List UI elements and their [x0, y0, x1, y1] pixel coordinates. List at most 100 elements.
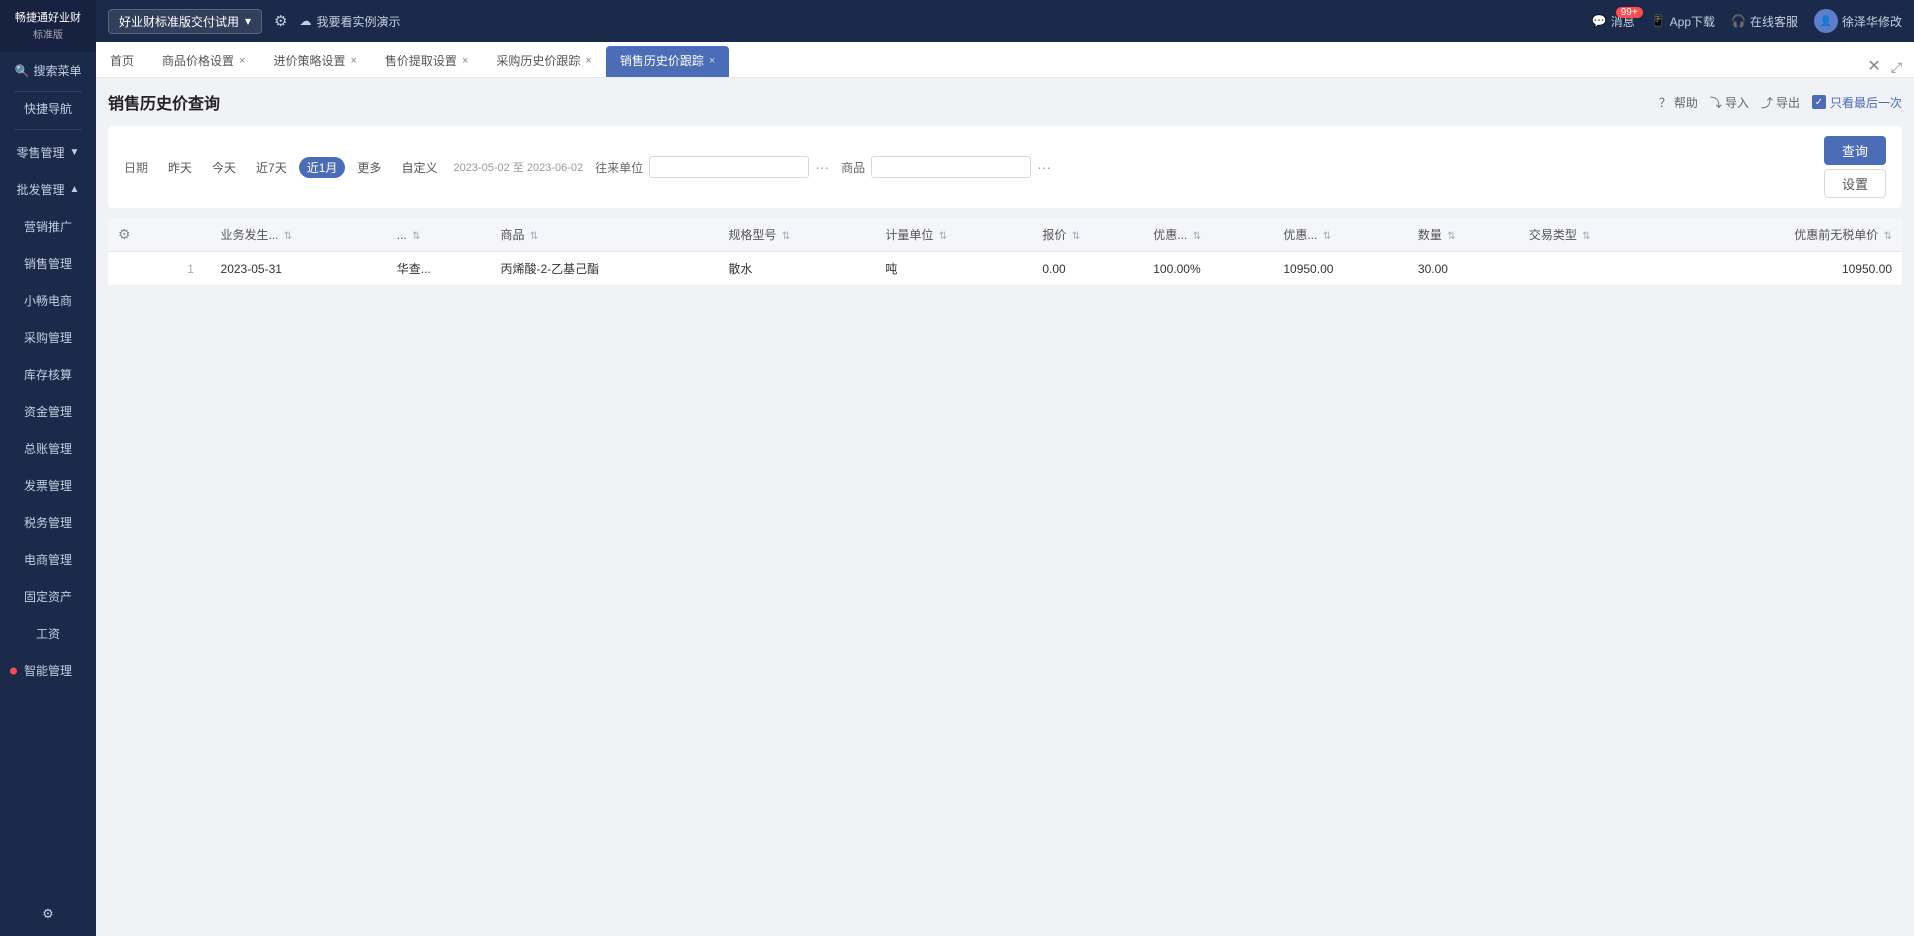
- col-product[interactable]: 商品 ⇅: [490, 218, 718, 252]
- tab-close-purchase-history[interactable]: ×: [585, 55, 591, 67]
- selector-label: 好业财标准版交付试用: [119, 13, 239, 30]
- search-icon: 🔍: [15, 64, 30, 78]
- main-area: 好业财标准版交付试用 ▾ ⚙ ☁ 我要看实例演示 💬 消息 99+ 📱 App下…: [96, 0, 1914, 936]
- date-btn-more[interactable]: 更多: [349, 157, 389, 178]
- sidebar-item-ecom[interactable]: 电商管理: [0, 541, 96, 578]
- demo-link[interactable]: ☁ 我要看实例演示: [300, 13, 401, 30]
- col-gear[interactable]: ⚙: [108, 218, 171, 252]
- product-selector[interactable]: 好业财标准版交付试用 ▾: [108, 9, 262, 34]
- sidebar-item-wholesale[interactable]: 批发管理 ▲: [0, 171, 96, 208]
- sidebar-item-inventory[interactable]: 库存核算: [0, 356, 96, 393]
- tab-price-setting[interactable]: 商品价格设置 ×: [148, 46, 259, 77]
- sidebar-item-retail[interactable]: 零售管理 ▼: [0, 134, 96, 171]
- row-spec: 散水: [718, 252, 875, 286]
- col-discount-pct[interactable]: 优惠... ⇅: [1143, 218, 1273, 252]
- sidebar-item-tax[interactable]: 税务管理: [0, 504, 96, 541]
- import-icon: ⤵: [1710, 94, 1722, 111]
- product-dots-button[interactable]: ···: [1037, 159, 1051, 175]
- tab-close-sale-history[interactable]: ×: [709, 55, 715, 67]
- date-btn-yesterday[interactable]: 昨天: [160, 157, 200, 178]
- product-filter-field: 商品 ···: [841, 156, 1051, 178]
- tab-sale-history[interactable]: 销售历史价跟踪 ×: [606, 46, 729, 77]
- date-btn-today[interactable]: 今天: [204, 157, 244, 178]
- tab-close-purchase-strategy[interactable]: ×: [350, 55, 356, 67]
- topbar-gear-icon[interactable]: ⚙: [274, 12, 287, 30]
- sort-icon-biz-date: ⇅: [284, 231, 292, 242]
- col-pretax-price[interactable]: 优惠前无税单价 ⇅: [1676, 218, 1902, 252]
- topbar-right: 💬 消息 99+ 📱 App下载 🎧 在线客服 👤 徐泽华修改: [1592, 9, 1902, 33]
- app-download-button[interactable]: 📱 App下载: [1651, 13, 1715, 30]
- sidebar-search[interactable]: 🔍 搜索菜单: [15, 52, 82, 87]
- tab-close-price-setting[interactable]: ×: [239, 55, 245, 67]
- sidebar-item-ledger[interactable]: 总账管理: [0, 430, 96, 467]
- sort-icon-qty: ⇅: [1447, 231, 1455, 242]
- sidebar-divider-nav: [14, 129, 81, 130]
- filter-actions: 查询 设置: [1824, 136, 1886, 198]
- date-options: 昨天 今天 近7天 近1月 更多 自定义 2023-05-02 至 2023-0…: [160, 157, 583, 178]
- tab-expand-button[interactable]: ⤢: [1887, 58, 1906, 76]
- col-biz-date[interactable]: 业务发生... ⇅: [211, 218, 387, 252]
- col-spec[interactable]: 规格型号 ⇅: [718, 218, 875, 252]
- headset-icon: 🎧: [1731, 14, 1746, 28]
- sidebar-item-assets[interactable]: 固定资产: [0, 578, 96, 615]
- col-unit[interactable]: 计量单位 ⇅: [875, 218, 1032, 252]
- date-filter-label: 日期: [124, 159, 148, 176]
- sidebar-item-smart[interactable]: 智能管理: [0, 652, 96, 689]
- supplier-dots-button[interactable]: ···: [815, 159, 829, 175]
- only-last-checkbox[interactable]: [1812, 95, 1826, 109]
- sort-icon-unit: ⇅: [939, 231, 947, 242]
- col-qty[interactable]: 数量 ⇅: [1408, 218, 1519, 252]
- col-trade-type[interactable]: 交易类型 ⇅: [1519, 218, 1676, 252]
- product-input[interactable]: [871, 156, 1031, 178]
- supplier-label: 往来单位: [595, 159, 643, 176]
- sidebar-item-marketing[interactable]: 营销推广: [0, 208, 96, 245]
- sidebar-item-invoice[interactable]: 发票管理: [0, 467, 96, 504]
- sidebar-item-sales[interactable]: 销售管理: [0, 245, 96, 282]
- user-avatar: 👤: [1814, 9, 1838, 33]
- gear-icon: ⚙: [118, 226, 131, 242]
- import-button[interactable]: ⤵ 导入: [1710, 94, 1749, 111]
- date-btn-custom[interactable]: 自定义: [393, 157, 445, 178]
- row-product: 丙烯酸-2-乙基己酯: [490, 252, 718, 286]
- col-discount-val[interactable]: 优惠... ⇅: [1273, 218, 1408, 252]
- export-button[interactable]: ⤴ 导出: [1761, 94, 1800, 111]
- query-button[interactable]: 查询: [1824, 136, 1886, 165]
- sidebar-logo-text: 畅捷通好业财: [15, 11, 81, 26]
- supplier-filter-field: 往来单位 ···: [595, 156, 829, 178]
- date-btn-7days[interactable]: 近7天: [248, 157, 295, 178]
- col-price[interactable]: 报价 ⇅: [1032, 218, 1143, 252]
- results-table: ⚙ 业务发生... ⇅ ... ⇅ 商品 ⇅: [108, 218, 1902, 286]
- sidebar-quick-nav[interactable]: 快捷导航: [24, 96, 72, 125]
- online-service-button[interactable]: 🎧 在线客服: [1731, 13, 1798, 30]
- table-row: 1 2023-05-31 华查... 丙烯酸-2-乙基己酯 散水 吨 0.00 …: [108, 252, 1902, 286]
- date-btn-1month[interactable]: 近1月: [299, 157, 346, 178]
- table-header-row: ⚙ 业务发生... ⇅ ... ⇅ 商品 ⇅: [108, 218, 1902, 252]
- tab-sale-extract[interactable]: 售价提取设置 ×: [371, 46, 482, 77]
- sidebar-item-payroll[interactable]: 工资: [0, 615, 96, 652]
- tab-close-sale-extract[interactable]: ×: [462, 55, 468, 67]
- row-pretax-price: 10950.00: [1676, 252, 1902, 286]
- supplier-input[interactable]: [649, 156, 809, 178]
- sidebar-item-finance[interactable]: 资金管理: [0, 393, 96, 430]
- tabbar-end: ✕ ⤢: [1861, 57, 1914, 77]
- date-range-display: 2023-05-02 至 2023-06-02: [453, 159, 583, 175]
- help-icon: ？: [1659, 94, 1671, 111]
- user-profile-button[interactable]: 👤 徐泽华修改: [1814, 9, 1902, 33]
- sort-icon-discount-pct: ⇅: [1193, 231, 1201, 242]
- settings-button[interactable]: 设置: [1824, 169, 1886, 198]
- row-biz-date: 2023-05-31: [211, 252, 387, 286]
- messages-button[interactable]: 💬 消息 99+: [1592, 13, 1635, 30]
- tab-purchase-history[interactable]: 采购历史价跟踪 ×: [482, 46, 605, 77]
- page-title: 销售历史价查询: [108, 90, 220, 114]
- sort-icon-price: ⇅: [1072, 231, 1080, 242]
- tab-window-close-button[interactable]: ✕: [1861, 57, 1886, 77]
- sidebar-item-xiaochang[interactable]: 小畅电商: [0, 282, 96, 319]
- sidebar-item-purchase[interactable]: 采购管理: [0, 319, 96, 356]
- only-last-checkbox-container[interactable]: 只看最后一次: [1812, 94, 1902, 111]
- col-extra[interactable]: ... ⇅: [387, 218, 491, 252]
- help-button[interactable]: ？ 帮助: [1659, 94, 1698, 111]
- tab-purchase-strategy[interactable]: 进价策略设置 ×: [259, 46, 370, 77]
- product-label: 商品: [841, 159, 865, 176]
- tab-home[interactable]: 首页: [96, 46, 148, 77]
- sidebar-settings-icon[interactable]: ⚙: [42, 892, 54, 936]
